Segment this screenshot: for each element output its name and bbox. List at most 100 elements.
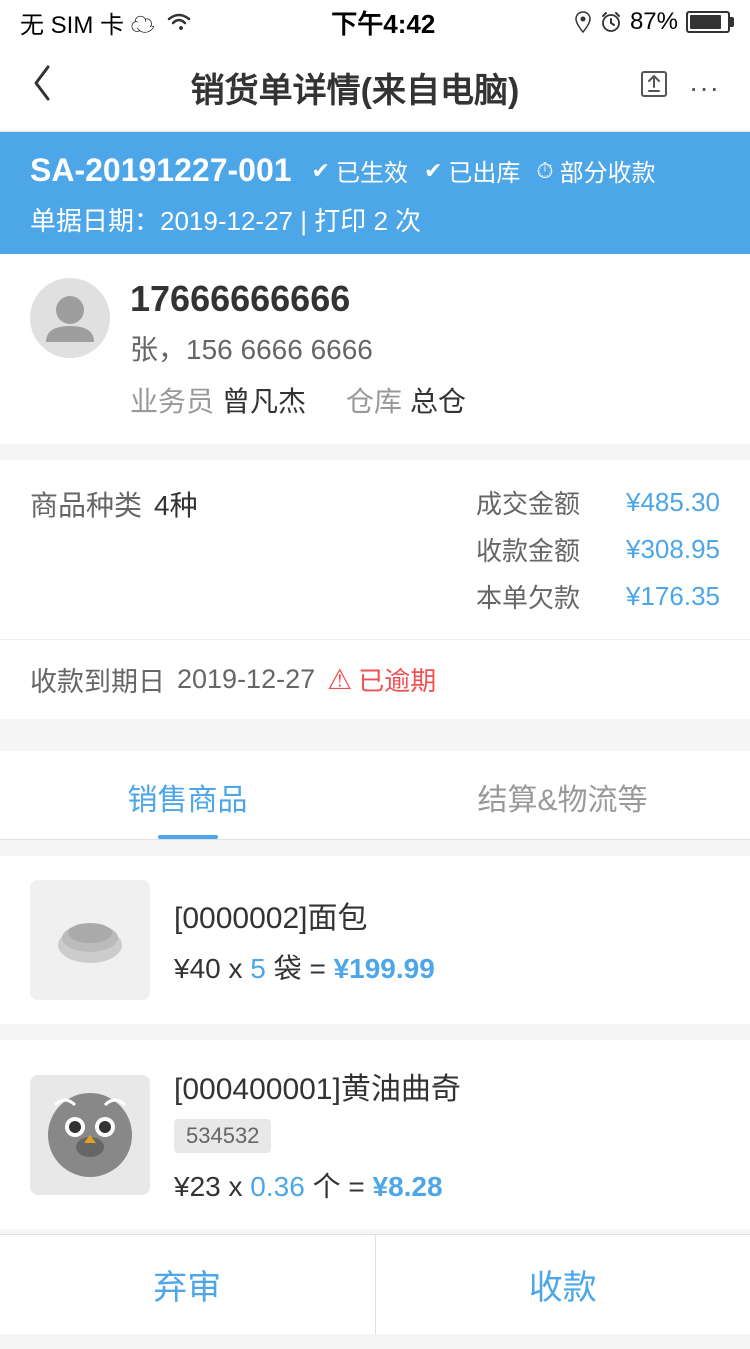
owed-value: ¥176.35 bbox=[600, 581, 720, 612]
category-value: 4种 bbox=[154, 484, 198, 524]
product-total-1: ¥199.99 bbox=[334, 953, 435, 984]
warehouse-label: 仓库 bbox=[346, 380, 402, 420]
product-eq-2: = bbox=[348, 1171, 372, 1202]
cancel-button[interactable]: 弃审 bbox=[0, 1235, 376, 1334]
battery-tip bbox=[730, 17, 734, 27]
order-meta-sep: | bbox=[300, 206, 314, 236]
divider-1 bbox=[0, 444, 750, 460]
product-card-1: [0000002]面包 ¥40 x 5 袋 = ¥199.99 bbox=[0, 856, 750, 1024]
badge-partial-label: 部分收款 bbox=[560, 153, 656, 188]
salesperson-value: 曾凡杰 bbox=[222, 380, 306, 420]
location-icon bbox=[574, 11, 592, 33]
badge-shipped-label: 已出库 bbox=[448, 153, 520, 188]
product-base-price-2: ¥23 bbox=[174, 1171, 221, 1202]
received-row: 收款金额 ¥308.95 bbox=[476, 531, 720, 568]
customer-info: 17666666666 张，156 6666 6666 业务员 曾凡杰 仓库 总… bbox=[130, 278, 720, 420]
deal-amount-row: 成交金额 ¥485.30 bbox=[476, 484, 720, 521]
order-print: 打印 2 次 bbox=[314, 206, 421, 236]
product-times-1: x bbox=[229, 953, 251, 984]
product-times-2: x bbox=[229, 1171, 251, 1202]
avatar-icon bbox=[40, 288, 100, 348]
overdue-badge: ⚠ 已逾期 bbox=[327, 661, 436, 698]
product-unit-1: 袋 bbox=[274, 953, 302, 984]
stats-left: 商品种类 4种 bbox=[30, 484, 198, 524]
customer-account: 17666666666 bbox=[130, 278, 720, 320]
nav-actions: ··· bbox=[620, 69, 720, 107]
tabs-bar: 销售商品 结算&物流等 bbox=[0, 751, 750, 840]
product-eq-1: = bbox=[309, 953, 333, 984]
received-value: ¥308.95 bbox=[600, 534, 720, 565]
tab-products-label: 销售商品 bbox=[128, 784, 248, 817]
battery-percent: 87% bbox=[630, 8, 678, 36]
cancel-label: 弃审 bbox=[153, 1260, 221, 1309]
salesperson-label: 业务员 bbox=[130, 380, 214, 420]
badge-effective: ✔ 已生效 bbox=[312, 153, 408, 188]
product-image-2 bbox=[30, 1075, 150, 1195]
product-base-price-1: ¥40 bbox=[174, 953, 221, 984]
divider-2 bbox=[0, 719, 750, 731]
deal-amount-label: 成交金额 bbox=[476, 484, 580, 521]
product-qty-1: 5 bbox=[250, 953, 266, 984]
warehouse-item: 仓库 总仓 bbox=[346, 380, 466, 420]
tab-settlement-label: 结算&物流等 bbox=[477, 784, 647, 817]
owed-label: 本单欠款 bbox=[476, 578, 580, 615]
category-label: 商品种类 bbox=[30, 484, 142, 524]
due-date-value: 2019-12-27 bbox=[177, 664, 315, 695]
product-qty-2: 0.36 bbox=[250, 1171, 305, 1202]
confirm-button[interactable]: 收款 bbox=[376, 1235, 750, 1334]
share-icon[interactable] bbox=[639, 69, 669, 107]
salesperson-item: 业务员 曾凡杰 bbox=[130, 380, 306, 420]
overdue-label: 已逾期 bbox=[358, 661, 436, 698]
product-badge-2: 534532 bbox=[174, 1119, 271, 1153]
status-time: 下午4:42 bbox=[331, 4, 435, 41]
customer-phone: 张，156 6666 6666 bbox=[130, 328, 720, 368]
product-info-2: [000400001]黄油曲奇 534532 ¥23 x 0.36 个 = ¥8… bbox=[174, 1064, 720, 1205]
owl-icon bbox=[40, 1085, 140, 1185]
battery-fill bbox=[690, 15, 721, 29]
page-title: 销货单详情(来自电脑) bbox=[90, 63, 620, 112]
bread-placeholder-icon bbox=[50, 900, 130, 980]
wifi-icon bbox=[165, 12, 193, 32]
bottom-bar: 弃审 收款 bbox=[0, 1234, 750, 1334]
customer-avatar bbox=[30, 278, 110, 358]
tab-products[interactable]: 销售商品 bbox=[0, 751, 375, 839]
alarm-icon bbox=[600, 11, 622, 33]
product-total-2: ¥8.28 bbox=[373, 1171, 443, 1202]
nav-bar: 销货单详情(来自电脑) ··· bbox=[0, 44, 750, 132]
warehouse-value: 总仓 bbox=[410, 380, 466, 420]
product-card-2: [000400001]黄油曲奇 534532 ¥23 x 0.36 个 = ¥8… bbox=[0, 1040, 750, 1229]
product-name-2: [000400001]黄油曲奇 bbox=[174, 1064, 720, 1108]
order-meta: 单据日期：2019-12-27 | 打印 2 次 bbox=[30, 201, 720, 238]
badge-shipped: ✔ 已出库 bbox=[424, 153, 520, 188]
battery-icon bbox=[686, 11, 730, 33]
status-bar: 无 SIM 卡 ☁ 下午4:42 87% bbox=[0, 0, 750, 44]
product-unit-2: 个 bbox=[313, 1171, 341, 1202]
tabs-section: 销售商品 结算&物流等 [0000002]面包 ¥40 x 5 bbox=[0, 731, 750, 1229]
order-number: SA-20191227-001 bbox=[30, 152, 292, 189]
badge-effective-label: 已生效 bbox=[336, 153, 408, 188]
due-section: 收款到期日 2019-12-27 ⚠ 已逾期 bbox=[0, 639, 750, 719]
deal-amount-value: ¥485.30 bbox=[600, 487, 720, 518]
order-banner-top: SA-20191227-001 ✔ 已生效 ✔ 已出库 ⏱ 部分收款 bbox=[30, 152, 720, 189]
order-banner: SA-20191227-001 ✔ 已生效 ✔ 已出库 ⏱ 部分收款 单据日期：… bbox=[0, 132, 750, 254]
product-list: [0000002]面包 ¥40 x 5 袋 = ¥199.99 bbox=[0, 856, 750, 1229]
clock-icon: ⏱ bbox=[536, 158, 553, 184]
product-name-1: [0000002]面包 bbox=[174, 893, 720, 937]
order-badges: ✔ 已生效 ✔ 已出库 ⏱ 部分收款 bbox=[312, 153, 656, 188]
received-label: 收款金额 bbox=[476, 531, 580, 568]
status-right: 87% bbox=[574, 8, 730, 36]
stats-right: 成交金额 ¥485.30 收款金额 ¥308.95 本单欠款 ¥176.35 bbox=[476, 484, 720, 615]
product-price-2: ¥23 x 0.36 个 = ¥8.28 bbox=[174, 1165, 720, 1205]
owed-row: 本单欠款 ¥176.35 bbox=[476, 578, 720, 615]
stats-section: 商品种类 4种 成交金额 ¥485.30 收款金额 ¥308.95 本单欠款 ¥… bbox=[0, 460, 750, 639]
more-icon[interactable]: ··· bbox=[689, 72, 720, 104]
customer-meta: 业务员 曾凡杰 仓库 总仓 bbox=[130, 380, 720, 420]
tab-settlement[interactable]: 结算&物流等 bbox=[375, 751, 750, 839]
order-date: 单据日期：2019-12-27 bbox=[30, 206, 293, 236]
due-label: 收款到期日 bbox=[30, 660, 165, 699]
status-left: 无 SIM 卡 ☁ bbox=[20, 5, 193, 40]
product-info-1: [0000002]面包 ¥40 x 5 袋 = ¥199.99 bbox=[174, 893, 720, 987]
sim-label: 无 SIM 卡 ☁ bbox=[20, 5, 155, 40]
confirm-label: 收款 bbox=[529, 1260, 597, 1309]
back-button[interactable] bbox=[30, 63, 90, 112]
